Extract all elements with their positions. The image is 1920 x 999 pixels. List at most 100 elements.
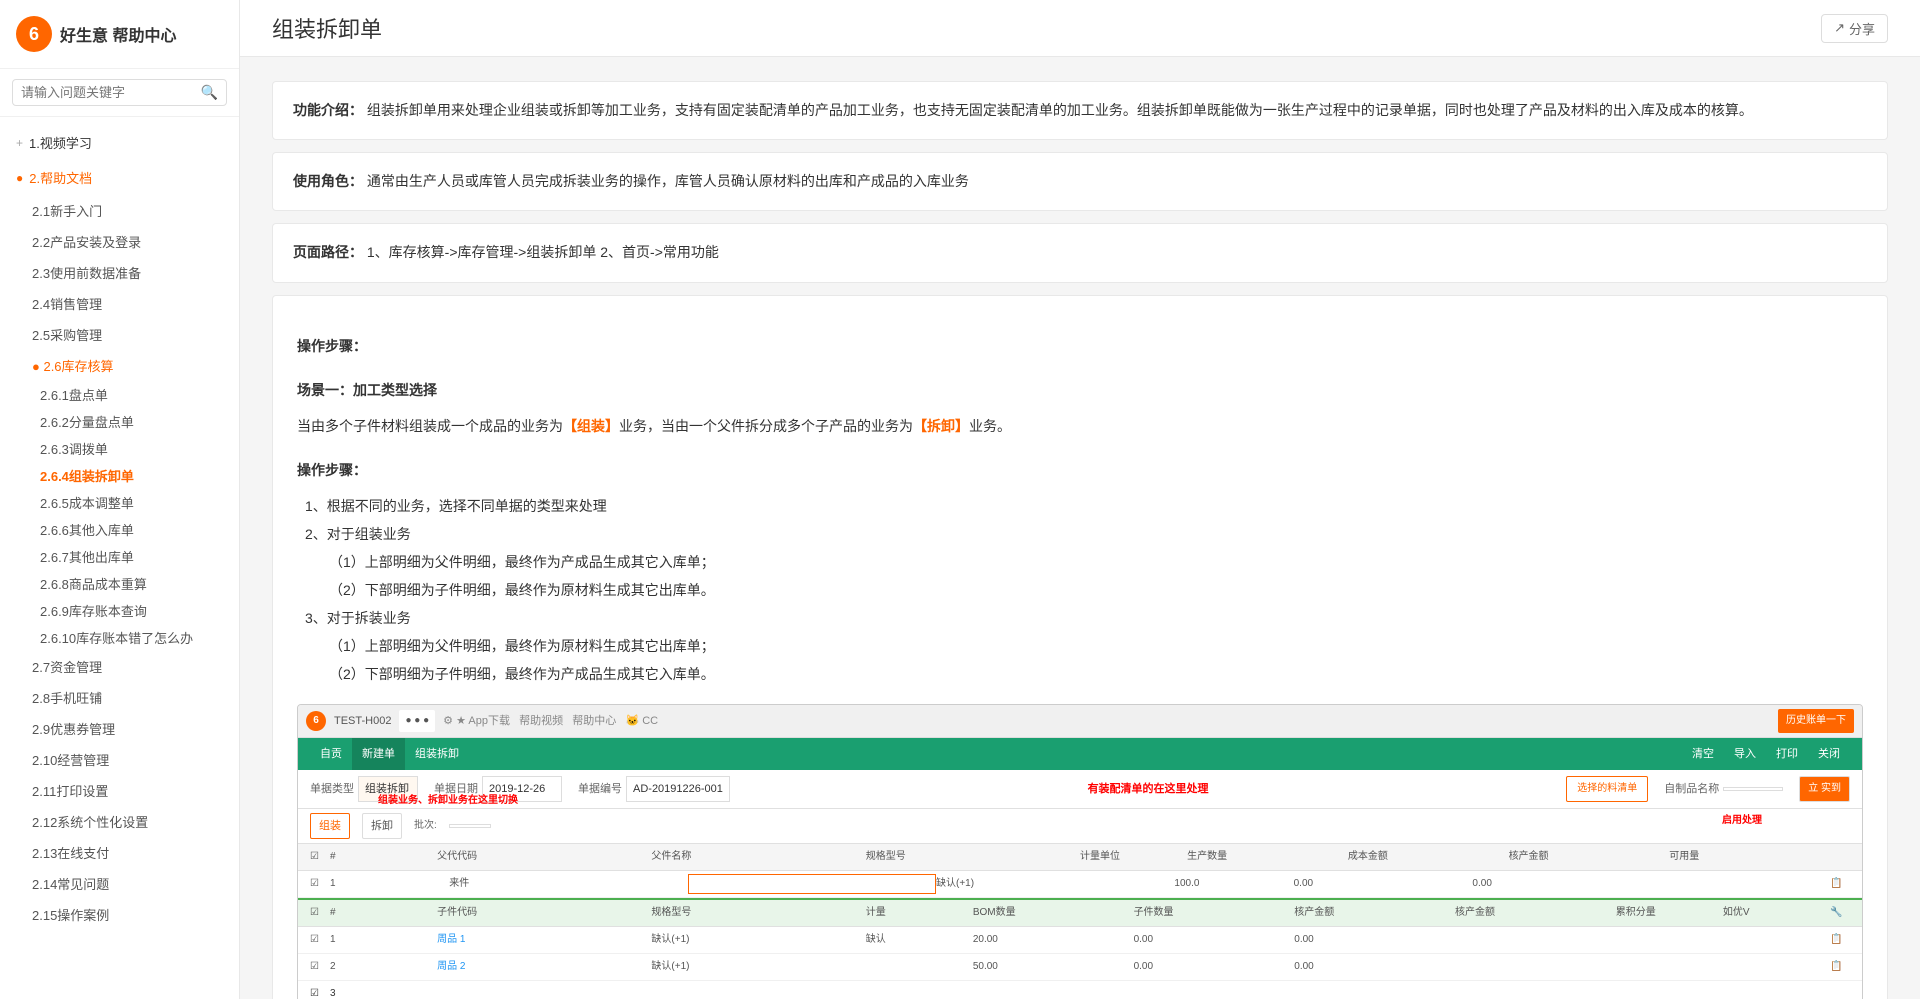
mock-titlebar-left: 6 TEST-H002 ● ● ● ⚙ ★ App下载 帮助视频 帮助中心 🐱 … bbox=[306, 710, 658, 732]
mock-sub-row-1: ☑ 1 周品 1 缺认(+1) 缺认 20.00 0.00 0.00 📋 bbox=[298, 927, 1862, 954]
mock-annotation-top: 有装配清单的在这里处理 bbox=[746, 778, 1550, 800]
sidebar-item-coupon[interactable]: 2.9优惠券管理 bbox=[0, 713, 239, 744]
sidebar-item-stockcheck[interactable]: 2.6.1盘点单 bbox=[0, 381, 239, 408]
path-label: 页面路径： bbox=[293, 244, 363, 260]
mock-nav-bar: 自贡 新建单 组装拆卸 清空 导入 打印 关闭 bbox=[298, 738, 1862, 770]
mock-logo: 6 bbox=[306, 711, 326, 731]
sidebar-item-instock[interactable]: 2.6.6其他入库单 bbox=[0, 516, 239, 543]
steps-block: 操作步骤： 场景一：加工类型选择 当由多个子件材料组装成一个成品的业务为【组装】… bbox=[272, 295, 1888, 999]
sidebar: 6 好生意 帮助中心 🔍 + 1.视频学习 ● 2.帮助文档 2.1新手入门 2… bbox=[0, 0, 240, 999]
scene-desc: 当由多个子件材料组装成一个成品的业务为【组装】业务，当由一个父件拆分成多个子产品… bbox=[297, 412, 1863, 440]
mock-nav-close[interactable]: 关闭 bbox=[1808, 738, 1850, 770]
mock-field-extra: 自制品名称 bbox=[1664, 778, 1783, 800]
sidebar-item-stockcheck2[interactable]: 2.6.2分量盘点单 bbox=[0, 408, 239, 435]
role-text: 通常由生产人员或库管人员完成拆装业务的操作，库管人员确认原材料的出库和产成品的入… bbox=[367, 173, 969, 189]
mock-nav-print[interactable]: 打印 bbox=[1766, 738, 1808, 770]
mock-annotation-middle: 组装业务、拆卸业务在这里切换 bbox=[378, 791, 518, 811]
mock-sub-row-2: ☑ 2 周品 2 缺认(+1) 50.00 0.00 0.00 📋 bbox=[298, 954, 1862, 981]
sidebar-item-docs[interactable]: ● 2.帮助文档 bbox=[0, 160, 239, 195]
mock-assembly-row: 组装 拆卸 批次: 组装业务、拆卸业务在这里切换 启用处理 bbox=[298, 809, 1862, 844]
path-text: 1、库存核算->库存管理->组装拆卸单 2、首页->常用功能 bbox=[367, 244, 719, 260]
step-3-subs: （1）上部明细为父件明细，最终作为原材料生成其它出库单； （2）下部明细为子件明… bbox=[329, 632, 1863, 688]
mock-top-table-row: ☑ 1 来件 缺认(+1) 100.0 0.00 0.00 📋 bbox=[298, 871, 1862, 898]
sidebar-item-mgmt[interactable]: 2.10经营管理 bbox=[0, 744, 239, 775]
sidebar-item-print[interactable]: 2.11打印设置 bbox=[0, 775, 239, 806]
share-icon: ↗ bbox=[1834, 20, 1845, 36]
sidebar-item-costadjust[interactable]: 2.6.5成本调整单 bbox=[0, 489, 239, 516]
sidebar-label-docs: 2.帮助文档 bbox=[29, 168, 92, 187]
mock-disassembly-btn[interactable]: 拆卸 bbox=[362, 813, 402, 839]
step-3-2: （2）下部明细为子件明细，最终作为产成品生成其它入库单。 bbox=[329, 660, 1863, 688]
step-2-1: （1）上部明细为父件明细，最终作为产成品生成其它入库单； bbox=[329, 548, 1863, 576]
role-label: 使用角色： bbox=[293, 173, 363, 189]
mock-nav-clear[interactable]: 清空 bbox=[1682, 738, 1724, 770]
mock-nav-assembly-type[interactable]: 组装拆卸 bbox=[405, 738, 469, 770]
path-block: 页面路径： 1、库存核算->库存管理->组装拆卸单 2、首页->常用功能 bbox=[272, 223, 1888, 282]
content-area: 功能介绍： 组装拆卸单用来处理企业组装或拆卸等加工业务，支持有固定装配清单的产品… bbox=[240, 57, 1920, 999]
mock-nav-import[interactable]: 导入 bbox=[1724, 738, 1766, 770]
sidebar-item-payment[interactable]: 2.13在线支付 bbox=[0, 837, 239, 868]
ops-steps-sub: 操作步骤： bbox=[297, 456, 1863, 484]
mock-nav-icons: ⚙ ★ App下载 帮助视频 帮助中心 🐱 CC bbox=[443, 710, 658, 732]
mock-orange-tab: 历史账单一下 bbox=[1778, 709, 1854, 733]
screenshot-mock: 6 TEST-H002 ● ● ● ⚙ ★ App下载 帮助视频 帮助中心 🐱 … bbox=[297, 704, 1863, 999]
scene-title: 场景一：加工类型选择 bbox=[297, 376, 1863, 404]
main-panel: 组装拆卸单 ↗ 分享 功能介绍： 组装拆卸单用来处理企业组装或拆卸等加工业务，支… bbox=[240, 0, 1920, 999]
mock-assembly-btn[interactable]: 组装 bbox=[310, 813, 350, 839]
step-3: 3、对于拆装业务 bbox=[305, 604, 1863, 632]
sidebar-item-purchase[interactable]: 2.5采购管理 bbox=[0, 319, 239, 350]
mock-bom-btn[interactable]: 选择的料清单 bbox=[1566, 776, 1648, 802]
sidebar-item-outstock[interactable]: 2.6.7其他出库单 bbox=[0, 543, 239, 570]
intro-text: 组装拆卸单用来处理企业组装或拆卸等加工业务，支持有固定装配清单的产品加工业务，也… bbox=[367, 102, 1753, 118]
mock-nav-zg[interactable]: 自贡 bbox=[310, 738, 352, 770]
sidebar-label-videos: 1.视频学习 bbox=[29, 133, 92, 152]
mock-save-btn[interactable]: 立 实到 bbox=[1799, 776, 1850, 802]
sidebar-item-faq[interactable]: 2.14常见问题 bbox=[0, 868, 239, 899]
sidebar-item-finance[interactable]: 2.7资金管理 bbox=[0, 651, 239, 682]
search-area: 🔍 bbox=[0, 69, 239, 117]
search-box: 🔍 bbox=[12, 79, 227, 106]
nav-list: + 1.视频学习 ● 2.帮助文档 2.1新手入门 2.2产品安装及登录 2.3… bbox=[0, 117, 239, 938]
step-2: 2、对于组装业务 bbox=[305, 520, 1863, 548]
mock-field-no: 单据编号 AD-20191226-001 bbox=[578, 776, 730, 802]
sidebar-item-ledgererr[interactable]: 2.6.10库存账本错了怎么办 bbox=[0, 624, 239, 651]
mock-sub-table-header: ☑ # 子件代码 规格型号 计量 BOM数量 子件数量 核产金额 核产金额 累积… bbox=[298, 898, 1862, 927]
collapse-icon: ● bbox=[16, 171, 23, 185]
mock-nav-newdoc[interactable]: 新建单 bbox=[352, 738, 405, 770]
expand-icon: + bbox=[16, 136, 23, 150]
step-2-subs: （1）上部明细为父件明细，最终作为产成品生成其它入库单； （2）下部明细为子件明… bbox=[329, 548, 1863, 604]
sidebar-item-sales[interactable]: 2.4销售管理 bbox=[0, 288, 239, 319]
ops-title: 操作步骤： bbox=[297, 332, 1863, 360]
sidebar-item-costrecalc[interactable]: 2.6.8商品成本重算 bbox=[0, 570, 239, 597]
header: 组装拆卸单 ↗ 分享 bbox=[240, 0, 1920, 57]
step-2-2: （2）下部明细为子件明细，最终作为原材料生成其它出库单。 bbox=[329, 576, 1863, 604]
mock-annotation-right: 启用处理 bbox=[1722, 811, 1762, 831]
search-input[interactable] bbox=[21, 85, 201, 100]
sidebar-item-transfer[interactable]: 2.6.3调拨单 bbox=[0, 435, 239, 462]
mock-sub-row-3: ☑3 bbox=[298, 981, 1862, 999]
sidebar-item-mobile[interactable]: 2.8手机旺铺 bbox=[0, 682, 239, 713]
sidebar-item-customize[interactable]: 2.12系统个性化设置 bbox=[0, 806, 239, 837]
sidebar-item-install[interactable]: 2.2产品安装及登录 bbox=[0, 226, 239, 257]
mock-form-toolbar: 单据类型 组装拆卸 单据日期 2019-12-26 单据编号 AD-201912… bbox=[298, 770, 1862, 809]
intro-block: 功能介绍： 组装拆卸单用来处理企业组装或拆卸等加工业务，支持有固定装配清单的产品… bbox=[272, 81, 1888, 140]
step-3-1: （1）上部明细为父件明细，最终作为原材料生成其它出库单； bbox=[329, 632, 1863, 660]
logo-text: 好生意 帮助中心 bbox=[60, 22, 176, 46]
mock-top-table-header: ☑ # 父代代码 父件名称 规格型号 计量单位 生产数量 成本金额 核产金额 可… bbox=[298, 844, 1862, 871]
logo-area: 6 好生意 帮助中心 bbox=[0, 0, 239, 69]
step-list: 1、根据不同的业务，选择不同单据的类型来处理 2、对于组装业务 （1）上部明细为… bbox=[305, 492, 1863, 688]
intro-label: 功能介绍： bbox=[293, 102, 363, 118]
role-block: 使用角色： 通常由生产人员或库管人员完成拆装业务的操作，库管人员确认原材料的出库… bbox=[272, 152, 1888, 211]
sidebar-item-ledger[interactable]: 2.6.9库存账本查询 bbox=[0, 597, 239, 624]
page-title: 组装拆卸单 bbox=[272, 12, 382, 44]
sidebar-item-assembly[interactable]: 2.6.4组装拆卸单 bbox=[0, 462, 239, 489]
step-1: 1、根据不同的业务，选择不同单据的类型来处理 bbox=[305, 492, 1863, 520]
mock-titlebar: 6 TEST-H002 ● ● ● ⚙ ★ App下载 帮助视频 帮助中心 🐱 … bbox=[298, 705, 1862, 738]
search-icon[interactable]: 🔍 bbox=[201, 84, 218, 101]
sidebar-item-dataprep[interactable]: 2.3使用前数据准备 bbox=[0, 257, 239, 288]
sidebar-item-cases[interactable]: 2.15操作案例 bbox=[0, 899, 239, 930]
sidebar-item-inventory[interactable]: ● 2.6库存核算 bbox=[0, 350, 239, 381]
sidebar-item-videos[interactable]: + 1.视频学习 bbox=[0, 125, 239, 160]
sidebar-item-newuser[interactable]: 2.1新手入门 bbox=[0, 195, 239, 226]
share-button[interactable]: ↗ 分享 bbox=[1821, 14, 1888, 43]
